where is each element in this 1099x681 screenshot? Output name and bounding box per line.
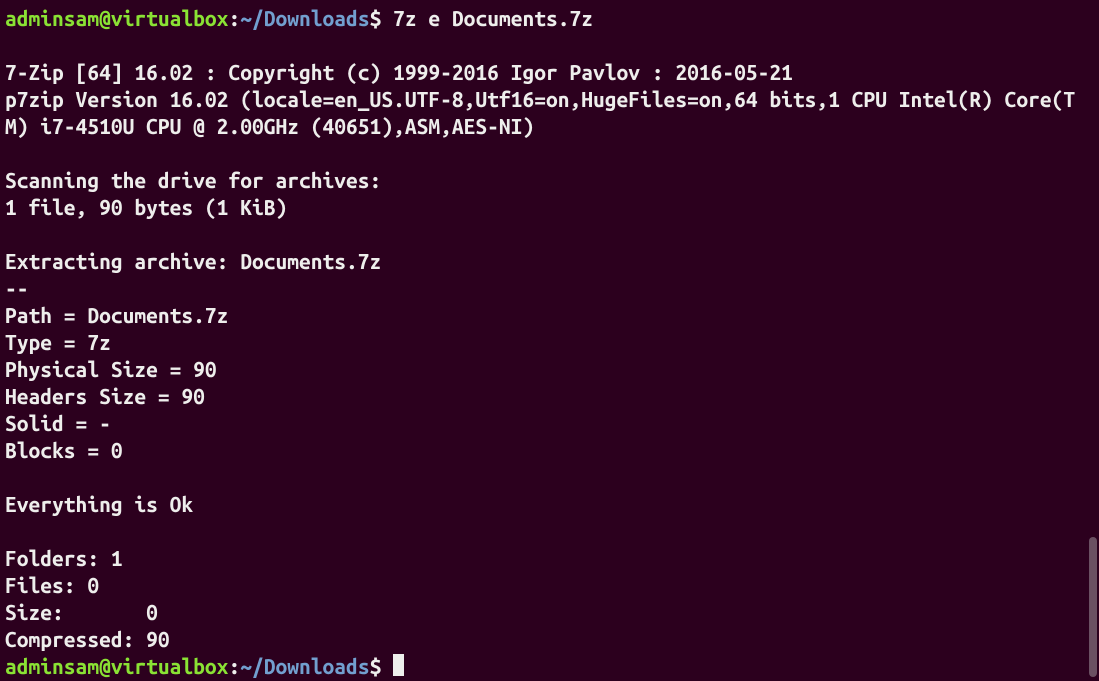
output-p7zip-version: p7zip Version 16.02 (locale=en_US.UTF-8,… bbox=[5, 87, 1075, 138]
prompt-path: ~/Downloads bbox=[240, 6, 369, 30]
output-folders: Folders: 1 bbox=[5, 546, 123, 570]
output-type: Type = 7z bbox=[5, 330, 111, 354]
output-size: Size: 0 bbox=[5, 600, 158, 624]
scrollbar-thumb[interactable] bbox=[1089, 537, 1097, 677]
output-path: Path = Documents.7z bbox=[5, 303, 228, 327]
cursor-icon[interactable] bbox=[393, 654, 404, 676]
prompt-line-2: adminsam@virtualbox:~/Downloads$ bbox=[5, 654, 393, 678]
prompt-user: adminsam@virtualbox bbox=[5, 654, 228, 678]
prompt-sep: : bbox=[228, 6, 240, 30]
prompt-line-1: adminsam@virtualbox:~/Downloads$ 7z e Do… bbox=[5, 6, 593, 30]
output-blocks: Blocks = 0 bbox=[5, 438, 123, 462]
output-dashes: -- bbox=[5, 276, 29, 300]
prompt-dollar: $ bbox=[370, 654, 394, 678]
output-7zip-header: 7-Zip [64] 16.02 : Copyright (c) 1999-20… bbox=[5, 60, 793, 84]
output-files: Files: 0 bbox=[5, 573, 99, 597]
command-text: 7z e Documents.7z bbox=[393, 6, 593, 30]
prompt-path: ~/Downloads bbox=[240, 654, 369, 678]
output-compressed: Compressed: 90 bbox=[5, 627, 170, 651]
output-status-ok: Everything is Ok bbox=[5, 492, 193, 516]
prompt-sep: : bbox=[228, 654, 240, 678]
output-headers-size: Headers Size = 90 bbox=[5, 384, 205, 408]
output-extracting: Extracting archive: Documents.7z bbox=[5, 249, 381, 273]
output-scanning: Scanning the drive for archives: bbox=[5, 168, 381, 192]
scrollbar[interactable] bbox=[1087, 0, 1099, 681]
prompt-user: adminsam@virtualbox bbox=[5, 6, 228, 30]
terminal-output[interactable]: adminsam@virtualbox:~/Downloads$ 7z e Do… bbox=[5, 5, 1094, 680]
output-solid: Solid = - bbox=[5, 411, 111, 435]
prompt-dollar: $ bbox=[370, 6, 394, 30]
output-file-count: 1 file, 90 bytes (1 KiB) bbox=[5, 195, 287, 219]
output-physical-size: Physical Size = 90 bbox=[5, 357, 217, 381]
